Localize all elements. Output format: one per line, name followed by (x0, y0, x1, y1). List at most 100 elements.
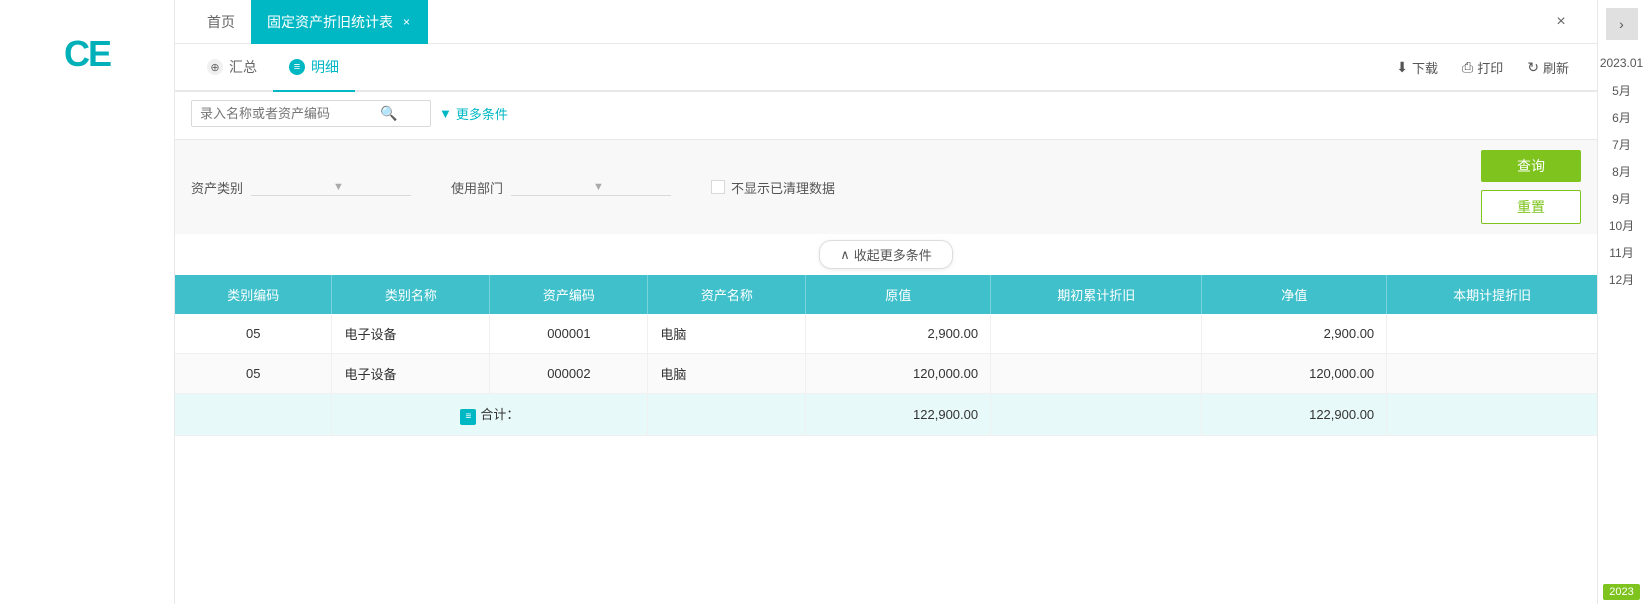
table-wrap: 类别编码 类别名称 资产编码 资产名称 原值 期初累计折旧 净值 本期计提折旧 … (175, 275, 1597, 604)
department-field: 使用部门 ▼ (451, 178, 671, 197)
table-row: 05 电子设备 000001 电脑 2,900.00 2,900.00 (175, 314, 1597, 354)
th-asset-name: 资产名称 (648, 275, 806, 314)
th-current-depreciation: 本期计提折旧 (1387, 275, 1597, 314)
th-accumulated-depreciation: 期初累计折旧 (991, 275, 1202, 314)
tab-title: 固定资产折旧统计表 (267, 12, 393, 32)
table-row: 05 电子设备 000002 电脑 120,000.00 120,000.00 (175, 354, 1597, 394)
sidebar-expand-arrow[interactable]: › (1606, 8, 1638, 40)
th-net-value: 净值 (1202, 275, 1387, 314)
refresh-icon: ↻ (1527, 59, 1539, 76)
table-body: 05 电子设备 000001 电脑 2,900.00 2,900.00 05 电… (175, 314, 1597, 435)
asset-category-arrow: ▼ (333, 181, 407, 193)
toolbar: ⬇ 下载 ⎙ 打印 ↻ 刷新 (1384, 52, 1581, 83)
cell-asset-name: 电脑 (648, 354, 806, 394)
tab-summary-label: 汇总 (229, 57, 257, 77)
no-cleared-checkbox[interactable] (711, 180, 725, 194)
collapse-arrow-icon: ∧ (840, 247, 850, 263)
month-item[interactable]: 6月 (1598, 105, 1645, 130)
cell-category-code: 05 (175, 314, 332, 354)
total-row: ≡合计： 122,900.00 122,900.00 (175, 394, 1597, 436)
tab-close-icon[interactable]: × (401, 13, 412, 31)
asset-category-field: 资产类别 ▼ (191, 178, 411, 197)
tab-toolbar-row: ⊕ 汇总 ≡ 明细 ⬇ 下载 ⎙ 打印 ↻ 刷新 (175, 44, 1597, 92)
home-nav[interactable]: 首页 (191, 12, 251, 32)
month-item[interactable]: 11月 (1598, 240, 1645, 265)
date-display: 2023.01 (1598, 52, 1645, 74)
department-label: 使用部门 (451, 178, 503, 197)
search-icon[interactable]: 🔍 (380, 105, 397, 122)
no-cleared-wrap: 不显示已清理数据 (711, 178, 835, 197)
th-original-value: 原值 (806, 275, 991, 314)
cell-asset-code: 000001 (490, 314, 648, 354)
month-item[interactable]: 12月 (1598, 267, 1645, 292)
th-category-code: 类别编码 (175, 275, 332, 314)
total-label-text: ≡合计： (332, 394, 648, 436)
download-button[interactable]: ⬇ 下载 (1384, 52, 1450, 83)
total-icon: ≡ (460, 409, 476, 425)
window-close-button[interactable]: × (1541, 0, 1581, 44)
tab-detail-label: 明细 (311, 57, 339, 77)
month-list: 5月6月7月8月9月10月11月12月 (1598, 78, 1645, 292)
top-nav: 首页 固定资产折旧统计表 × × (175, 0, 1597, 44)
month-item[interactable]: 7月 (1598, 132, 1645, 157)
collapse-button[interactable]: ∧ 收起更多条件 (819, 240, 953, 269)
asset-category-label: 资产类别 (191, 178, 243, 197)
logo-area: CE (0, 0, 175, 604)
query-button[interactable]: 查询 (1481, 150, 1581, 182)
data-table: 类别编码 类别名称 资产编码 资产名称 原值 期初累计折旧 净值 本期计提折旧 … (175, 275, 1597, 436)
more-filter-button[interactable]: ▼ 更多条件 (439, 104, 508, 123)
month-item[interactable]: 5月 (1598, 78, 1645, 103)
th-category-name: 类别名称 (332, 275, 490, 314)
top-nav-right: × (1541, 0, 1581, 44)
no-cleared-label: 不显示已清理数据 (731, 178, 835, 197)
refresh-label: 刷新 (1543, 58, 1569, 77)
cell-accumulated-depreciation (991, 314, 1202, 354)
total-original-value: 122,900.00 (806, 394, 991, 436)
summary-icon: ⊕ (207, 59, 223, 75)
year-badge: 2023 (1603, 584, 1639, 600)
department-select[interactable]: ▼ (511, 179, 671, 196)
tab-detail[interactable]: ≡ 明细 (273, 44, 355, 92)
active-tab[interactable]: 固定资产折旧统计表 × (251, 0, 428, 44)
cell-current-depreciation (1387, 314, 1597, 354)
cell-net-value: 120,000.00 (1202, 354, 1387, 394)
search-row: 🔍 ▼ 更多条件 (191, 100, 1581, 135)
cell-net-value: 2,900.00 (1202, 314, 1387, 354)
department-arrow: ▼ (593, 181, 667, 193)
filter-area: 🔍 ▼ 更多条件 (175, 92, 1597, 140)
tab-summary[interactable]: ⊕ 汇总 (191, 44, 273, 92)
cell-accumulated-depreciation (991, 354, 1202, 394)
detail-icon: ≡ (289, 59, 305, 75)
total-label (175, 394, 332, 436)
more-filter-label: 更多条件 (456, 104, 508, 123)
search-input[interactable] (200, 106, 380, 121)
collapse-row: ∧ 收起更多条件 (175, 234, 1597, 275)
collapse-label: 收起更多条件 (854, 245, 932, 264)
cell-asset-name: 电脑 (648, 314, 806, 354)
print-label: 打印 (1477, 58, 1503, 77)
cell-category-name: 电子设备 (332, 354, 490, 394)
filter-actions: 查询 重置 (1481, 150, 1581, 224)
cell-asset-code: 000002 (490, 354, 648, 394)
print-button[interactable]: ⎙ 打印 (1450, 52, 1515, 83)
table-header-row: 类别编码 类别名称 资产编码 资产名称 原值 期初累计折旧 净值 本期计提折旧 (175, 275, 1597, 314)
filter-icon: ▼ (439, 106, 452, 121)
th-asset-code: 资产编码 (490, 275, 648, 314)
month-item[interactable]: 10月 (1598, 213, 1645, 238)
search-input-wrap[interactable]: 🔍 (191, 100, 431, 127)
reset-button[interactable]: 重置 (1481, 190, 1581, 224)
cell-category-name: 电子设备 (332, 314, 490, 354)
total-empty-name (648, 394, 806, 436)
asset-category-select[interactable]: ▼ (251, 179, 411, 196)
right-sidebar: › 2023.01 5月6月7月8月9月10月11月12月 2023 (1597, 0, 1645, 604)
advanced-filter: 资产类别 ▼ 使用部门 ▼ 不显示已清理数据 查询 重置 (175, 140, 1597, 234)
download-label: 下载 (1412, 58, 1438, 77)
total-net-value: 122,900.00 (1202, 394, 1387, 436)
month-item[interactable]: 8月 (1598, 159, 1645, 184)
cell-original-value: 2,900.00 (806, 314, 991, 354)
logo: CE (42, 20, 132, 88)
total-accumulated (991, 394, 1202, 436)
month-item[interactable]: 9月 (1598, 186, 1645, 211)
main-content: 首页 固定资产折旧统计表 × × ⊕ 汇总 ≡ 明细 ⬇ 下载 ⎙ 打印 (175, 0, 1597, 604)
refresh-button[interactable]: ↻ 刷新 (1515, 52, 1581, 83)
